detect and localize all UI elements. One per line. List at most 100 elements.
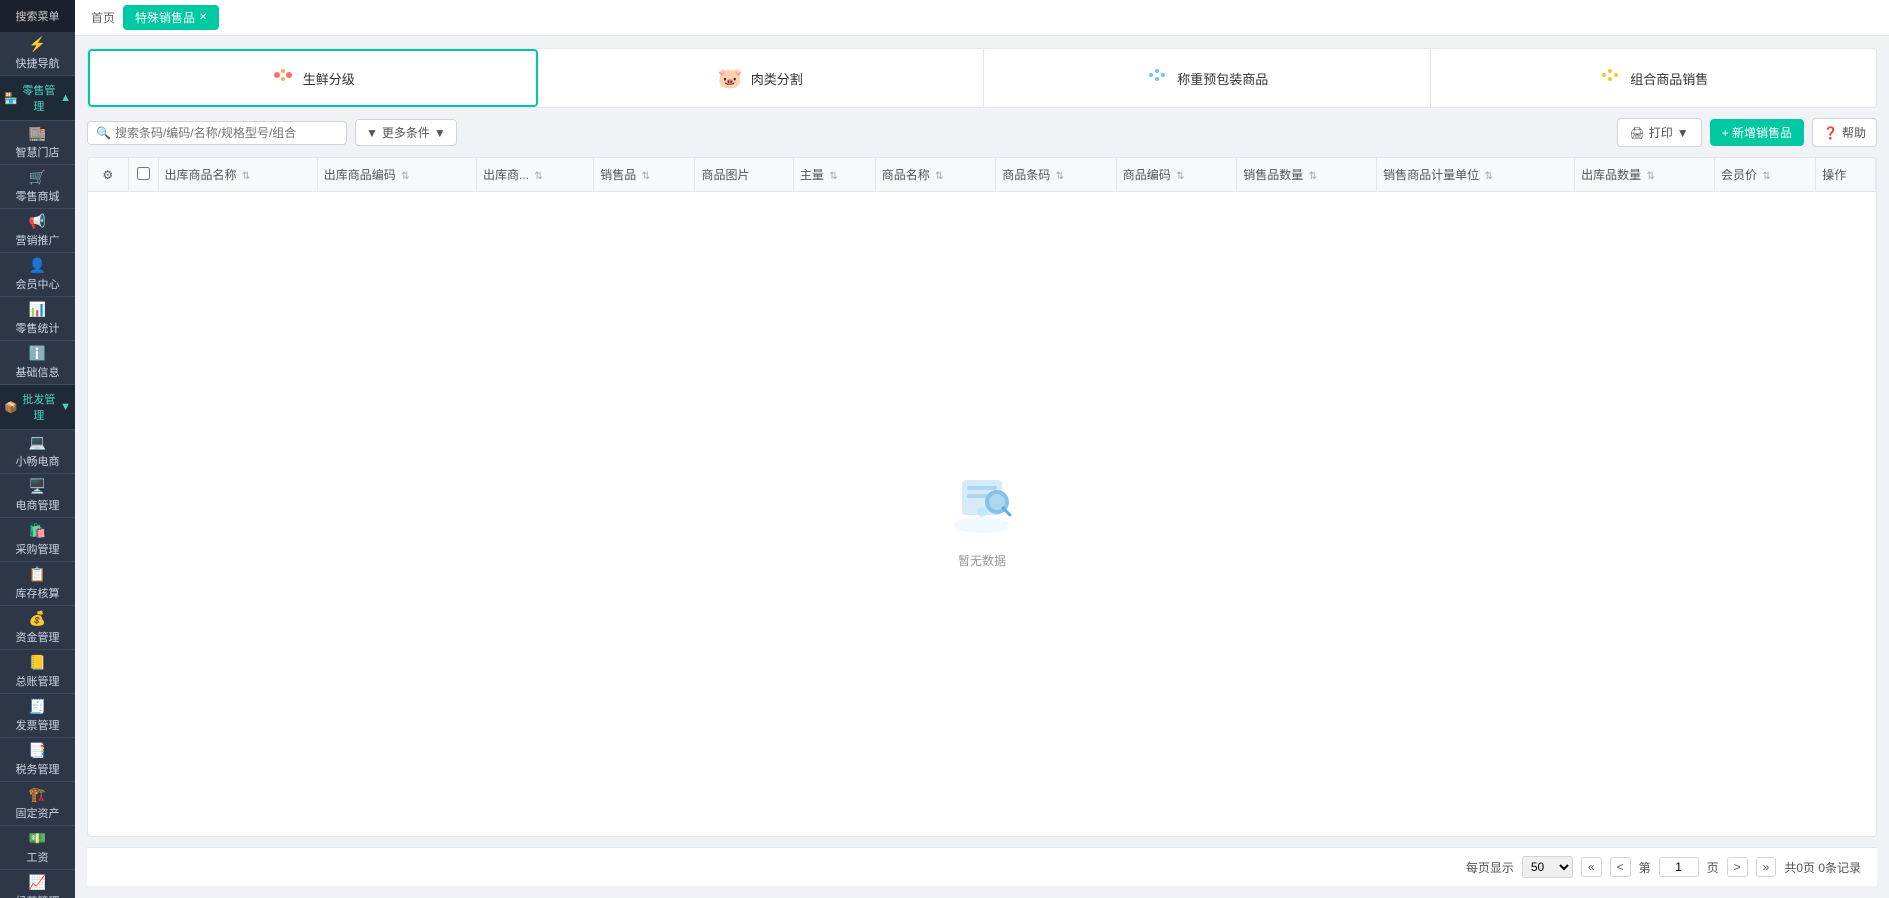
- per-page-label: 每页显示: [1466, 859, 1514, 876]
- fresh-icon: [271, 65, 295, 91]
- sidebar-item-inventory[interactable]: 📋 库存核算: [0, 562, 75, 606]
- search-input[interactable]: [115, 126, 335, 140]
- filter-button[interactable]: ▼ 更多条件 ▼: [355, 119, 457, 146]
- prev-page-button[interactable]: <: [1610, 857, 1631, 877]
- topbar: 首页 特殊销售品 ✕: [75, 0, 1889, 36]
- meat-icon: 🐷: [718, 66, 743, 91]
- print-button[interactable]: 🖨 打印 ▼: [1617, 118, 1702, 147]
- sidebar-item-ecommerce-small[interactable]: 💻 小畅电商: [0, 430, 75, 474]
- th-barcode: 商品条码 ⇅: [996, 158, 1117, 192]
- page-input[interactable]: [1659, 857, 1699, 877]
- sort-icon-product-code[interactable]: ⇅: [1176, 171, 1184, 182]
- sidebar-item-purchase[interactable]: 🛍️ 采购管理: [0, 518, 75, 562]
- sort-icon-weight[interactable]: ⇅: [829, 171, 837, 182]
- finance-icon: 💰: [29, 610, 46, 627]
- ecommerce-mgmt-icon: 🖥️: [29, 478, 46, 495]
- tab-weight[interactable]: 称重预包装商品: [984, 49, 1431, 107]
- retail-stats-icon: 📊: [29, 301, 46, 318]
- select-all-checkbox[interactable]: [137, 167, 150, 180]
- sort-icon-sale-qty[interactable]: ⇅: [1309, 171, 1317, 182]
- sidebar-item-basic-info-1[interactable]: ℹ️ 基础信息: [0, 341, 75, 385]
- toolbar: 🔍 ▼ 更多条件 ▼ 🖨 打印 ▼ + 新增销售品: [87, 118, 1877, 147]
- th-weight: 主量 ⇅: [793, 158, 875, 192]
- ledger-icon: 📒: [29, 654, 46, 671]
- sidebar-item-finance[interactable]: 💰 资金管理: [0, 606, 75, 650]
- th-checkbox[interactable]: [128, 158, 158, 192]
- sort-icon-barcode[interactable]: ⇅: [1056, 171, 1064, 182]
- sidebar-item-ecommerce-mgmt[interactable]: 🖥️ 电商管理: [0, 474, 75, 518]
- tab-meat-label: 肉类分割: [751, 69, 803, 88]
- sidebar-item-smart-store[interactable]: 🏬 智慧门店: [0, 121, 75, 165]
- sidebar-item-marketing[interactable]: 📢 营销推广: [0, 209, 75, 253]
- tab-meat[interactable]: 🐷 肉类分割: [538, 49, 985, 107]
- members-icon: 👤: [29, 257, 46, 274]
- table-container: ⚙ 出库商品名称 ⇅ 出库商品编码 ⇅: [87, 157, 1877, 837]
- empty-state: 暂无数据: [88, 192, 1876, 836]
- sidebar-item-quick-nav[interactable]: ⚡ 快捷导航: [0, 32, 75, 76]
- sidebar-item-fixed-assets[interactable]: 🏗️ 固定资产: [0, 782, 75, 826]
- wholesale-icon: 📦: [4, 401, 18, 414]
- next-page-button[interactable]: >: [1727, 857, 1748, 877]
- sidebar-item-members[interactable]: 👤 会员中心: [0, 253, 75, 297]
- sidebar-item-retail-mall[interactable]: 🛒 零售商城: [0, 165, 75, 209]
- sort-icon-out-spec[interactable]: ⇅: [534, 171, 542, 182]
- per-page-select[interactable]: 50 10 20 100: [1522, 856, 1573, 878]
- th-sale-unit: 销售商品计量单位 ⇅: [1377, 158, 1575, 192]
- content-area: 生鲜分级 🐷 肉类分割 称重预包装商品: [75, 36, 1889, 898]
- retail-icon: 🏪: [4, 92, 18, 105]
- sidebar-item-salary[interactable]: 💵 工资: [0, 826, 75, 870]
- th-action: 操作: [1816, 158, 1876, 192]
- ecommerce-small-icon: 💻: [29, 434, 46, 451]
- sort-icon-sale-item[interactable]: ⇅: [642, 171, 650, 182]
- tab-fresh[interactable]: 生鲜分级: [88, 49, 538, 107]
- last-page-button[interactable]: »: [1756, 857, 1777, 877]
- sidebar-item-ledger[interactable]: 📒 总账管理: [0, 650, 75, 694]
- help-button[interactable]: ❓ 帮助: [1812, 118, 1877, 147]
- sort-icon-out-code[interactable]: ⇅: [401, 171, 409, 182]
- sidebar-item-retail-stats[interactable]: 📊 零售统计: [0, 297, 75, 341]
- th-member-price: 会员价 ⇅: [1715, 158, 1816, 192]
- table-header-row: ⚙ 出库商品名称 ⇅ 出库商品编码 ⇅: [88, 158, 1876, 192]
- tab-close-icon[interactable]: ✕: [199, 12, 207, 23]
- sidebar-item-retail[interactable]: 🏪 零售管理 ▲: [0, 76, 75, 121]
- first-page-button[interactable]: «: [1581, 857, 1602, 877]
- search-icon: 🔍: [96, 126, 111, 140]
- sort-icon-sale-unit[interactable]: ⇅: [1485, 171, 1493, 182]
- total-text: 共0页 0条记录: [1784, 859, 1861, 876]
- main-area: 首页 特殊销售品 ✕ 生鲜分级 �: [75, 0, 1889, 898]
- empty-text: 暂无数据: [958, 552, 1006, 569]
- search-box[interactable]: 🔍: [87, 121, 347, 145]
- sort-icon-out-name[interactable]: ⇅: [242, 171, 250, 182]
- purchase-icon: 🛍️: [29, 522, 46, 539]
- sidebar-search[interactable]: 搜索菜单: [0, 0, 75, 32]
- combo-icon: [1598, 65, 1622, 91]
- sort-icon-product-name[interactable]: ⇅: [935, 171, 943, 182]
- sort-icon-out-qty[interactable]: ⇅: [1646, 171, 1654, 182]
- marketing-icon: 📢: [29, 213, 46, 230]
- th-sale-qty: 销售品数量 ⇅: [1237, 158, 1377, 192]
- pagination: 每页显示 50 10 20 100 « < 第 页 > » 共0页 0条记录: [87, 847, 1877, 886]
- retail-mall-icon: 🛒: [29, 169, 46, 186]
- sidebar-item-invoice[interactable]: 🧾 发票管理: [0, 694, 75, 738]
- empty-illustration: [942, 460, 1022, 540]
- tab-combo[interactable]: 组合商品销售: [1431, 49, 1877, 107]
- page-unit: 页: [1707, 859, 1719, 876]
- th-out-qty: 出库品数量 ⇅: [1575, 158, 1715, 192]
- topbar-home[interactable]: 首页: [91, 9, 115, 26]
- tab-weight-label: 称重预包装商品: [1177, 69, 1268, 88]
- fixed-assets-icon: 🏗️: [29, 786, 46, 803]
- smart-store-icon: 🏬: [29, 125, 46, 142]
- sidebar-item-business-mgmt[interactable]: 📈 经营管理: [0, 870, 75, 898]
- print-arrow-icon: ▼: [1677, 126, 1689, 140]
- toolbar-left: 🔍 ▼ 更多条件 ▼: [87, 119, 457, 146]
- sidebar: 搜索菜单 ⚡ 快捷导航 🏪 零售管理 ▲ 🏬 智慧门店 🛒 零售商城 📢 营销推…: [0, 0, 75, 898]
- th-setting[interactable]: ⚙: [88, 158, 128, 192]
- filter-arrow-icon: ▼: [434, 126, 446, 140]
- th-img: 商品图片: [695, 158, 793, 192]
- sidebar-item-tax[interactable]: 📑 税务管理: [0, 738, 75, 782]
- sort-icon-member-price[interactable]: ⇅: [1762, 171, 1770, 182]
- salary-icon: 💵: [29, 830, 46, 847]
- add-product-button[interactable]: + 新增销售品: [1710, 119, 1804, 146]
- topbar-active-tab[interactable]: 特殊销售品 ✕: [123, 5, 219, 30]
- sidebar-item-wholesale[interactable]: 📦 批发管理 ▼: [0, 385, 75, 430]
